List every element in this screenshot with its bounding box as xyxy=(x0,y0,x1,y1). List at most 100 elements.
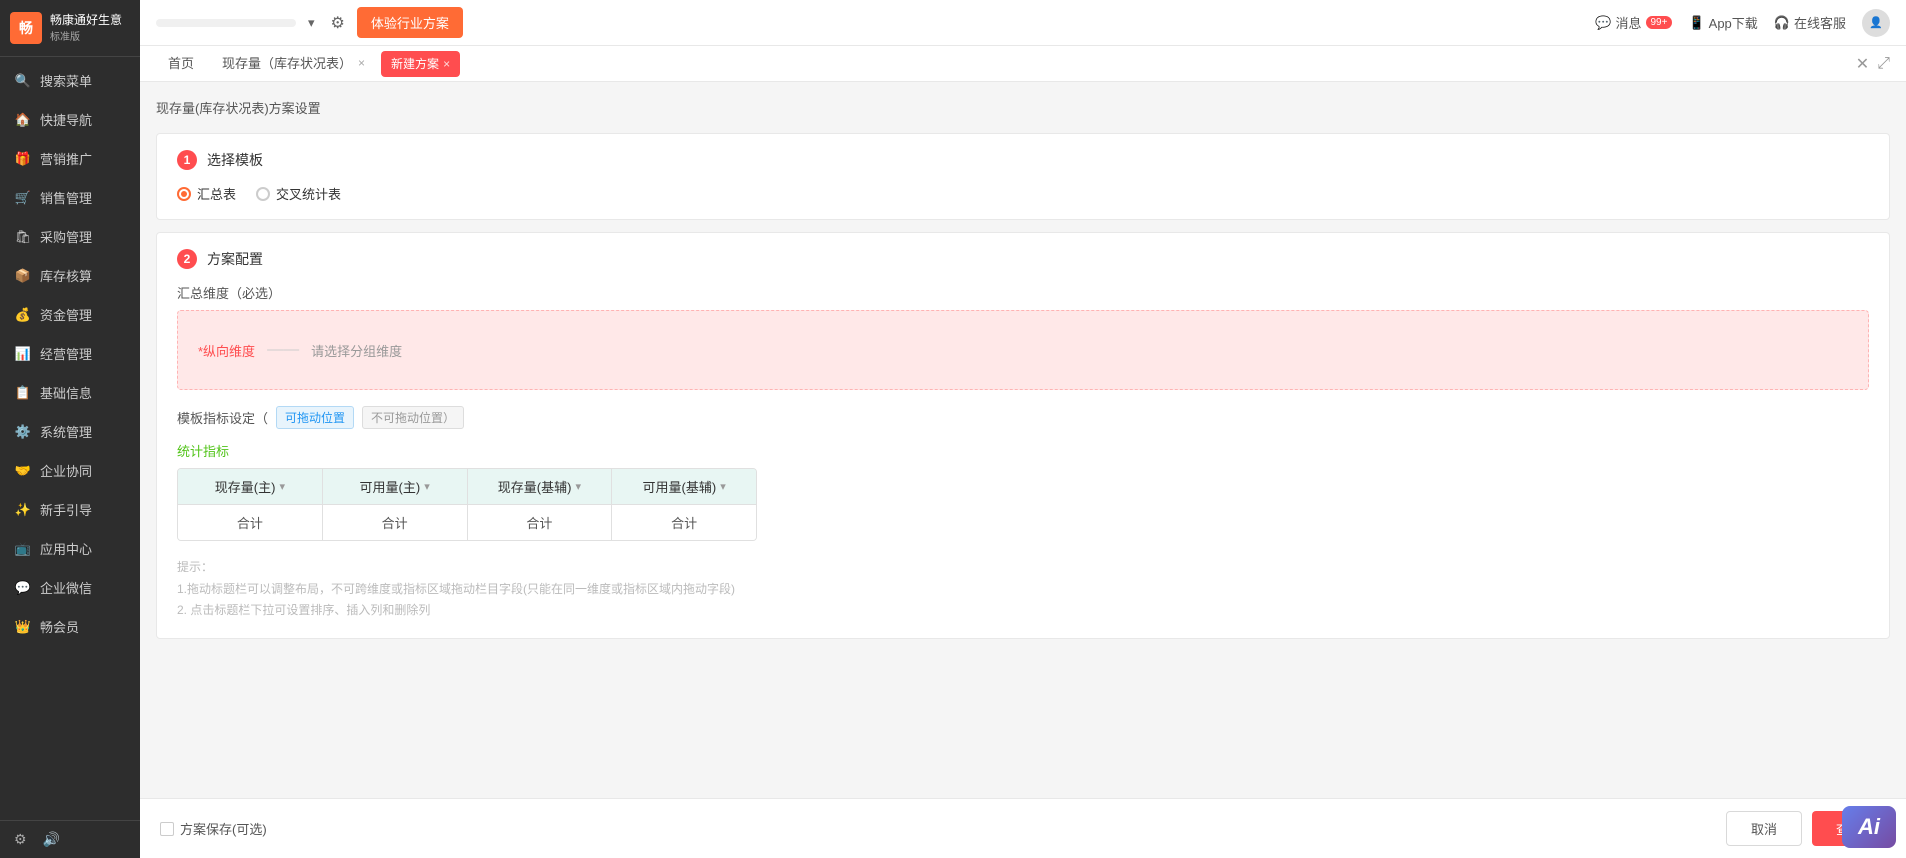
sidebar-item-label: 畅会员 xyxy=(40,617,79,636)
sidebar-item-quicknav[interactable]: 🏠 快捷导航 xyxy=(0,100,140,139)
sidebar-item-sales[interactable]: 🛒 销售管理 xyxy=(0,178,140,217)
step1-badge: 1 xyxy=(177,150,197,170)
message-icon: 💬 xyxy=(1595,15,1611,31)
dimension-label: 汇总维度（必选） xyxy=(177,283,1869,302)
save-label: 方案保存(可选) xyxy=(180,819,267,838)
sidebar-item-label: 新手引导 xyxy=(40,500,92,519)
stats-col-body-1: 合计 xyxy=(323,505,467,540)
handshake-icon: 🤝 xyxy=(14,462,32,480)
stats-col-header-3[interactable]: 可用量(基辅) ▾ xyxy=(612,469,756,505)
volume-icon[interactable]: 🔊 xyxy=(43,831,60,848)
tab-expand-icon[interactable]: ⤢ xyxy=(1877,55,1890,73)
template-indicator-section: 模板指标设定（ 可拖动位置 不可拖动位置） xyxy=(177,406,1869,429)
step2-badge: 2 xyxy=(177,249,197,269)
settings-bottom-icon[interactable]: ⚙ xyxy=(14,831,27,848)
main-area: ▾ ⚙ 体验行业方案 💬 消息 99+ 📱 App下载 🎧 在线客服 👤 首页 xyxy=(140,0,1906,858)
step1-header: 1 选择模板 xyxy=(177,150,1869,170)
sidebar-item-label: 应用中心 xyxy=(40,539,92,558)
save-checkbox[interactable] xyxy=(160,822,174,836)
topbar-right: 💬 消息 99+ 📱 App下载 🎧 在线客服 👤 xyxy=(1595,9,1890,37)
sidebar-nav: 🔍 搜索菜单 🏠 快捷导航 🎁 营销推广 🛒 销售管理 🛍 采购管理 📦 库存核… xyxy=(0,57,140,820)
stats-title: 统计指标 xyxy=(177,441,1869,460)
bag-icon: 🛍 xyxy=(14,228,32,246)
home-icon: 🏠 xyxy=(14,111,32,129)
tips-item-0: 1.拖动标题栏可以调整布局，不可跨维度或指标区域拖动栏目字段(只能在同一维度或指… xyxy=(177,579,1869,601)
chevron-down-icon-2: ▾ xyxy=(575,480,581,493)
cancel-button[interactable]: 取消 xyxy=(1726,811,1802,846)
radio-cross-label: 交叉统计表 xyxy=(276,184,341,203)
tips-box: 提示： 1.拖动标题栏可以调整布局，不可跨维度或指标区域拖动栏目字段(只能在同一… xyxy=(177,557,1869,622)
settings-icon: ⚙️ xyxy=(14,423,32,441)
step1-section: 1 选择模板 汇总表 交叉统计表 xyxy=(156,133,1890,220)
tab-new-plan[interactable]: 新建方案 × xyxy=(381,51,460,77)
template-indicator-label: 模板指标设定（ 可拖动位置 不可拖动位置） xyxy=(177,406,1869,429)
sidebar-item-management[interactable]: 📊 经营管理 xyxy=(0,334,140,373)
stats-col-header-2[interactable]: 现存量(基辅) ▾ xyxy=(468,469,612,505)
tv-icon: 📺 xyxy=(14,540,32,558)
dimension-separator: —— xyxy=(267,341,299,359)
tab-new-plan-close[interactable]: × xyxy=(443,57,450,71)
step2-header: 2 方案配置 xyxy=(177,249,1869,269)
stats-table-header-row: 现存量(主) ▾ 合计 可用量(主) ▾ xyxy=(178,469,756,540)
tab-close-icon[interactable]: ✕ xyxy=(1856,54,1869,74)
stats-col-body-2: 合计 xyxy=(468,505,612,540)
topbar-dropdown-icon[interactable]: ▾ xyxy=(308,15,315,31)
sidebar-item-basic-info[interactable]: 📋 基础信息 xyxy=(0,373,140,412)
sidebar-item-cooperation[interactable]: 🤝 企业协同 xyxy=(0,451,140,490)
service-icon: 🎧 xyxy=(1774,15,1790,31)
sidebar-item-finance[interactable]: 💰 资金管理 xyxy=(0,295,140,334)
stats-col-1: 可用量(主) ▾ 合计 xyxy=(323,469,468,540)
sidebar-item-system[interactable]: ⚙️ 系统管理 xyxy=(0,412,140,451)
sidebar-item-purchase[interactable]: 🛍 采购管理 xyxy=(0,217,140,256)
topbar-search-box xyxy=(156,19,296,27)
app-download-button[interactable]: 📱 App下载 xyxy=(1688,13,1757,32)
not-movable-tag: 不可拖动位置） xyxy=(362,406,464,429)
stats-col-header-0[interactable]: 现存量(主) ▾ xyxy=(178,469,322,505)
tab-home[interactable]: 首页 xyxy=(156,46,206,82)
radio-summary-label: 汇总表 xyxy=(197,184,236,203)
tab-inventory-close[interactable]: × xyxy=(358,56,365,70)
sidebar: 畅 畅康通好生意 标准版 🔍 搜索菜单 🏠 快捷导航 🎁 营销推广 🛒 销售管理… xyxy=(0,0,140,858)
tab-inventory[interactable]: 现存量（库存状况表） × xyxy=(210,46,377,82)
messages-button[interactable]: 💬 消息 99+ xyxy=(1595,13,1672,32)
save-checkbox-row[interactable]: 方案保存(可选) xyxy=(160,819,267,838)
stats-table: 现存量(主) ▾ 合计 可用量(主) ▾ xyxy=(177,468,757,541)
sidebar-item-label: 资金管理 xyxy=(40,305,92,324)
sidebar-item-appcenter[interactable]: 📺 应用中心 xyxy=(0,529,140,568)
movable-tag: 可拖动位置 xyxy=(276,406,354,429)
sidebar-item-wechat[interactable]: 💬 企业微信 xyxy=(0,568,140,607)
topbar-settings-icon[interactable]: ⚙ xyxy=(331,13,345,33)
sidebar-item-newbie[interactable]: ✨ 新手引导 xyxy=(0,490,140,529)
radio-summary-table[interactable]: 汇总表 xyxy=(177,184,236,203)
dimension-row: *纵向维度 —— 请选择分组维度 xyxy=(198,341,402,360)
dimension-placeholder: 请选择分组维度 xyxy=(311,341,402,360)
sidebar-item-marketing[interactable]: 🎁 营销推广 xyxy=(0,139,140,178)
step1-title: 选择模板 xyxy=(207,150,263,170)
sidebar-item-member[interactable]: 👑 畅会员 xyxy=(0,607,140,646)
content-area: 现存量(库存状况表)方案设置 1 选择模板 汇总表 交叉统计表 xyxy=(140,82,1906,798)
template-radio-group: 汇总表 交叉统计表 xyxy=(177,184,1869,203)
sidebar-item-label: 企业协同 xyxy=(40,461,92,480)
sidebar-item-search[interactable]: 🔍 搜索菜单 xyxy=(0,61,140,100)
sidebar-item-label: 系统管理 xyxy=(40,422,92,441)
tabbar: 首页 现存量（库存状况表） × 新建方案 × ✕ ⤢ xyxy=(140,46,1906,82)
tips-item-1: 2. 点击标题栏下拉可设置排序、插入列和删除列 xyxy=(177,600,1869,622)
new-icon: ✨ xyxy=(14,501,32,519)
industry-solution-button[interactable]: 体验行业方案 xyxy=(357,7,463,38)
topbar: ▾ ⚙ 体验行业方案 💬 消息 99+ 📱 App下载 🎧 在线客服 👤 xyxy=(140,0,1906,46)
stats-col-2: 现存量(基辅) ▾ 合计 xyxy=(468,469,613,540)
page-title: 现存量(库存状况表)方案设置 xyxy=(156,98,1890,117)
stats-col-body-3: 合计 xyxy=(612,505,756,540)
sidebar-item-inventory[interactable]: 📦 库存核算 xyxy=(0,256,140,295)
radio-cross-dot xyxy=(256,187,270,201)
radio-cross-table[interactable]: 交叉统计表 xyxy=(256,184,341,203)
online-service-button[interactable]: 🎧 在线客服 xyxy=(1774,13,1846,32)
stats-col-header-1[interactable]: 可用量(主) ▾ xyxy=(323,469,467,505)
chart-icon: 📊 xyxy=(14,345,32,363)
stats-col-0: 现存量(主) ▾ 合计 xyxy=(178,469,323,540)
user-avatar[interactable]: 👤 xyxy=(1862,9,1890,37)
app-logo-icon: 畅 xyxy=(10,12,42,44)
table-icon: 📋 xyxy=(14,384,32,402)
ai-badge[interactable]: Ai xyxy=(1842,806,1896,848)
tabbar-controls: ✕ ⤢ xyxy=(1856,54,1890,74)
